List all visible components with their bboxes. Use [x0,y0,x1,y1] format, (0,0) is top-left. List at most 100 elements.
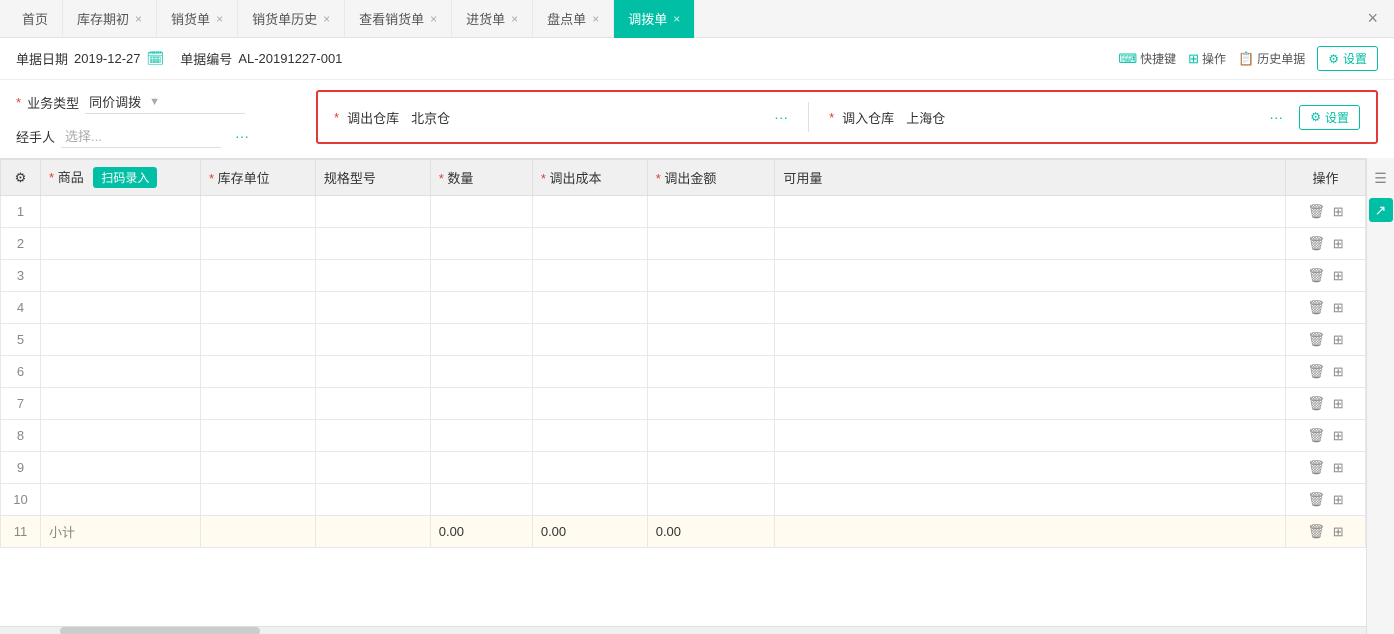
cell-spec[interactable] [315,484,430,516]
cell-product[interactable] [41,388,201,420]
cell-product[interactable] [41,356,201,388]
copy-icon[interactable]: ⊞ [1333,460,1344,475]
tab-transfer-close[interactable]: × [673,12,680,26]
cell-qty[interactable] [430,420,532,452]
cell-spec[interactable] [315,260,430,292]
cell-cost[interactable] [532,452,647,484]
handler-more-button[interactable]: ··· [235,128,249,144]
cell-product[interactable] [41,420,201,452]
tab-sales-history[interactable]: 销货单历史 × [238,0,345,38]
cell-qty[interactable] [430,292,532,324]
cell-amount[interactable] [647,292,775,324]
cell-unit[interactable] [200,196,315,228]
cell-spec[interactable] [315,228,430,260]
copy-icon[interactable]: ⊞ [1333,396,1344,411]
delete-icon[interactable]: 🗑 [1307,299,1325,315]
delete-icon[interactable]: 🗑 [1307,203,1325,219]
cell-cost[interactable] [532,420,647,452]
copy-icon[interactable]: ⊞ [1333,428,1344,443]
sidebar-list-icon[interactable]: ☰ [1369,166,1393,190]
cell-qty[interactable] [430,356,532,388]
cell-unit[interactable] [200,356,315,388]
delete-icon[interactable]: 🗑 [1307,523,1325,539]
delete-icon[interactable]: 🗑 [1307,235,1325,251]
copy-icon[interactable]: ⊞ [1333,364,1344,379]
cell-cost[interactable] [532,484,647,516]
copy-icon[interactable]: ⊞ [1333,300,1344,315]
cell-amount[interactable] [647,388,775,420]
tab-sales-history-close[interactable]: × [323,12,330,26]
delete-icon[interactable]: 🗑 [1307,459,1325,475]
cell-unit[interactable] [200,324,315,356]
cell-product[interactable] [41,452,201,484]
cell-qty[interactable] [430,388,532,420]
cell-product[interactable] [41,260,201,292]
cell-amount[interactable] [647,196,775,228]
cell-available[interactable] [775,420,1286,452]
tab-view-sales-close[interactable]: × [430,12,437,26]
cell-cost[interactable] [532,356,647,388]
copy-icon[interactable]: ⊞ [1333,332,1344,347]
cell-spec[interactable] [315,452,430,484]
cell-available[interactable] [775,452,1286,484]
handler-input[interactable]: 选择... [61,124,221,148]
target-warehouse-more-button[interactable]: ··· [1269,109,1283,125]
cell-product[interactable] [41,292,201,324]
calendar-icon[interactable]: 🗓 [147,50,165,67]
horizontal-scrollbar[interactable] [0,626,1366,634]
cell-spec[interactable] [315,388,430,420]
cell-unit[interactable] [200,292,315,324]
scroll-thumb[interactable] [60,627,260,634]
cell-available[interactable] [775,324,1286,356]
cell-amount[interactable] [647,452,775,484]
cell-available[interactable] [775,388,1286,420]
cell-product[interactable] [41,484,201,516]
cell-spec[interactable] [315,324,430,356]
delete-icon[interactable]: 🗑 [1307,331,1325,347]
cell-qty[interactable] [430,484,532,516]
source-warehouse-more-button[interactable]: ··· [774,109,788,125]
cell-unit[interactable] [200,484,315,516]
cell-available[interactable] [775,484,1286,516]
cell-qty[interactable] [430,260,532,292]
cell-product[interactable] [41,228,201,260]
cell-qty[interactable] [430,452,532,484]
cell-cost[interactable] [532,260,647,292]
cell-unit[interactable] [200,420,315,452]
shortcuts-button[interactable]: ⌨ 快捷键 [1118,50,1176,67]
tab-inventory-init[interactable]: 库存期初 × [63,0,157,38]
cell-qty[interactable] [430,228,532,260]
sidebar-export-icon[interactable]: ↗ [1369,198,1393,222]
tab-home[interactable]: 首页 [8,0,63,38]
copy-icon[interactable]: ⊞ [1333,236,1344,251]
operations-button[interactable]: ⊞ 操作 [1188,50,1226,67]
tab-sales-order[interactable]: 销货单 × [157,0,238,38]
cell-amount[interactable] [647,324,775,356]
cell-spec[interactable] [315,356,430,388]
tab-purchase[interactable]: 进货单 × [452,0,533,38]
cell-cost[interactable] [532,388,647,420]
cell-unit[interactable] [200,228,315,260]
tab-inventory-close[interactable]: × [592,12,599,26]
tab-purchase-close[interactable]: × [511,12,518,26]
cell-available[interactable] [775,196,1286,228]
close-all-button[interactable]: × [1359,4,1386,33]
cell-spec[interactable] [315,292,430,324]
cell-amount[interactable] [647,356,775,388]
copy-icon[interactable]: ⊞ [1333,268,1344,283]
copy-icon[interactable]: ⊞ [1333,524,1344,539]
warehouse-settings-button[interactable]: ⚙ 设置 [1299,105,1360,130]
target-warehouse-value[interactable]: 上海仓 [906,108,945,127]
cell-unit[interactable] [200,388,315,420]
scan-button[interactable]: 扫码录入 [93,167,157,188]
date-value[interactable]: 2019-12-27 [74,51,141,66]
cell-spec[interactable] [315,196,430,228]
cell-qty[interactable] [430,196,532,228]
cell-amount[interactable] [647,228,775,260]
tab-inventory[interactable]: 盘点单 × [533,0,614,38]
cell-qty[interactable] [430,324,532,356]
cell-spec[interactable] [315,420,430,452]
cell-cost[interactable] [532,228,647,260]
tab-transfer[interactable]: 调拨单 × [614,0,695,38]
delete-icon[interactable]: 🗑 [1307,395,1325,411]
